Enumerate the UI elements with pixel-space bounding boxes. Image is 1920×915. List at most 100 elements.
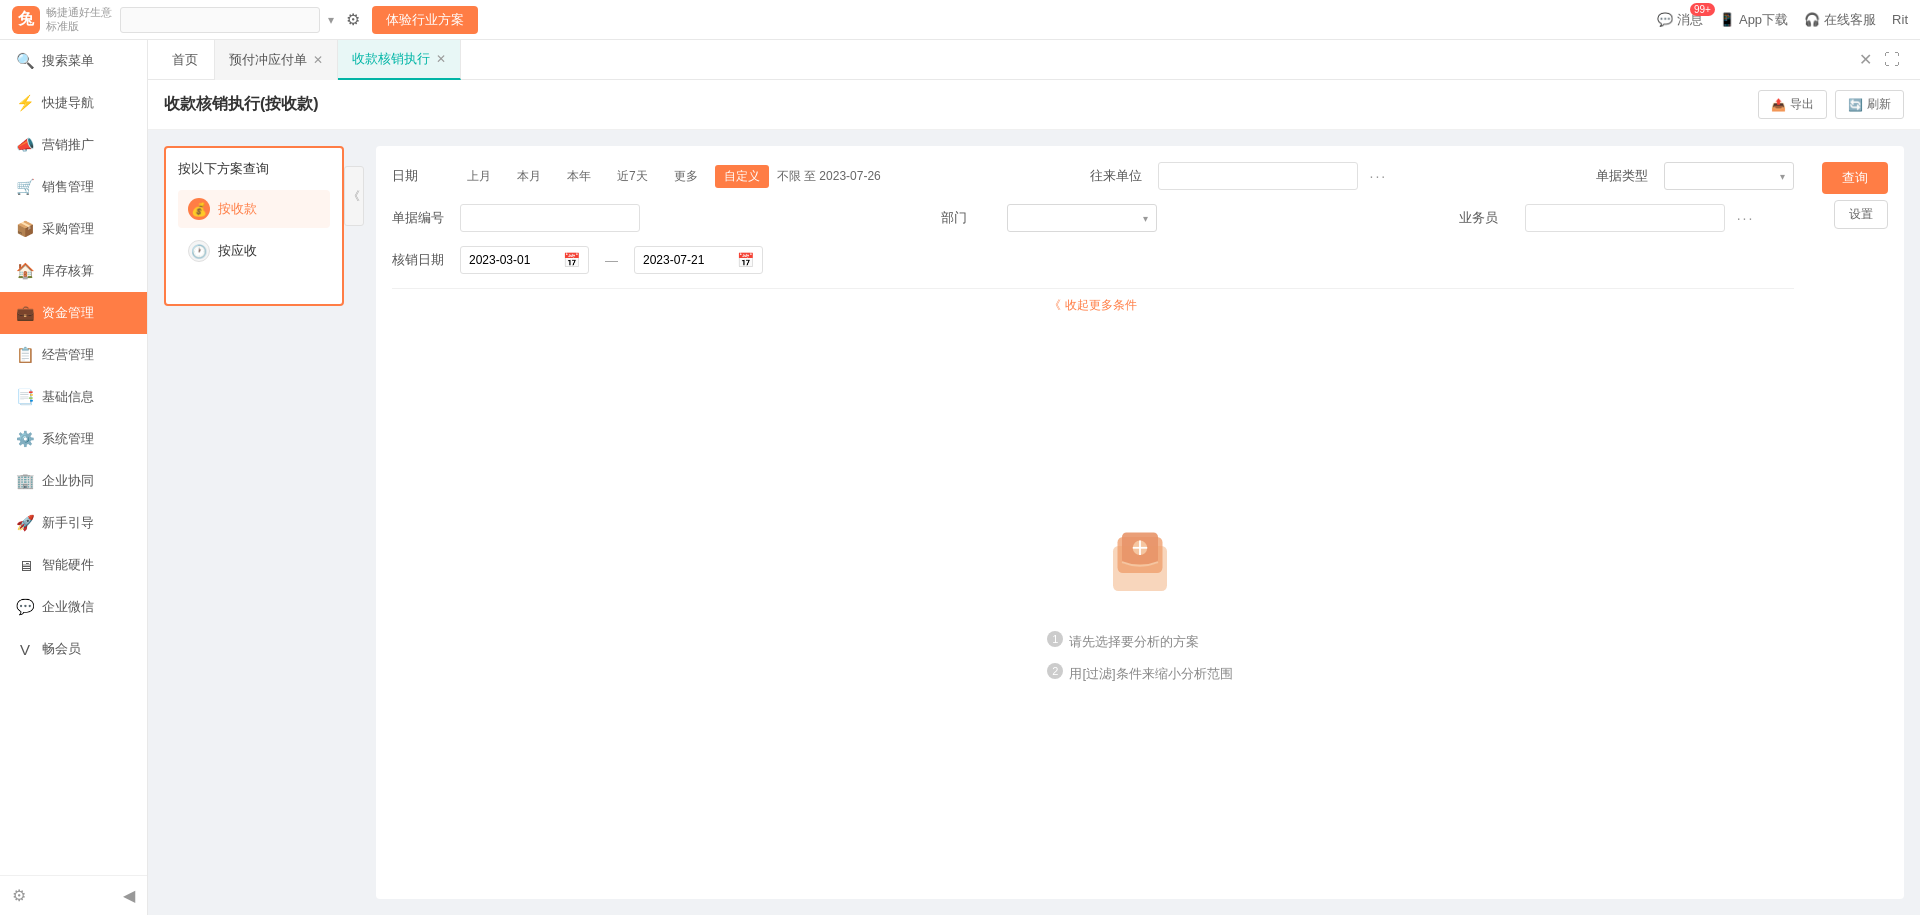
date-this-year[interactable]: 本年 [558, 164, 600, 189]
refresh-button[interactable]: 🔄 刷新 [1835, 90, 1904, 119]
collapse-more-button[interactable]: 《 收起更多条件 [392, 288, 1794, 322]
chevron-up-icon: 《 [1049, 297, 1061, 314]
query-panel-title: 按以下方案查询 [178, 160, 330, 178]
sidebar-item-member[interactable]: V 畅会员 [0, 628, 147, 670]
writeoff-date-end-input[interactable]: 2023-07-21 [643, 253, 733, 267]
message-button[interactable]: 💬 消息 99+ [1657, 11, 1703, 29]
filter-row-2: 单据编号 部门 ▾ 业务员 ·· [392, 204, 1794, 232]
tab-prepay[interactable]: 预付冲应付单 ✕ [215, 40, 338, 80]
writeoff-date-label: 核销日期 [392, 251, 444, 269]
sidebar-item-marketing[interactable]: 📣 营销推广 [0, 124, 147, 166]
search-caret-icon[interactable]: ▾ [328, 13, 334, 27]
page-body: 按以下方案查询 💰 按收款 🕐 按应收 《 [148, 130, 1920, 915]
customer-service-button[interactable]: 🎧 在线客服 [1804, 11, 1876, 29]
sidebar-item-guide[interactable]: 🚀 新手引导 [0, 502, 147, 544]
solution-button[interactable]: 体验行业方案 [372, 6, 478, 34]
filter-settings-button[interactable]: 设置 [1834, 200, 1888, 229]
export-icon: 📤 [1771, 98, 1786, 112]
tab-writeoff-close[interactable]: ✕ [436, 53, 446, 65]
dept-select[interactable]: ▾ [1007, 204, 1157, 232]
doc-type-caret-icon: ▾ [1780, 171, 1785, 182]
counterparty-input-group: ··· [1158, 162, 1388, 190]
date-filter: 上月 本月 本年 近7天 更多 自定义 不限 至 2023-07-26 [458, 164, 881, 189]
wechat-icon: 💬 [16, 598, 34, 616]
content-area: 首页 预付冲应付单 ✕ 收款核销执行 ✕ ✕ ⛶ 收款核销执行(按收款) 📤 导… [148, 40, 1920, 915]
doc-type-select[interactable]: ▾ [1664, 162, 1794, 190]
app-download-button[interactable]: 📱 App下载 [1719, 11, 1788, 29]
sidebar-label-guide: 新手引导 [42, 514, 94, 532]
dept-caret-icon: ▾ [1143, 213, 1148, 224]
settings-icon[interactable]: ⚙ [342, 10, 364, 29]
date-this-month[interactable]: 本月 [508, 164, 550, 189]
lightning-icon: ⚡ [16, 94, 34, 112]
sidebar-label-search: 搜索菜单 [42, 52, 94, 70]
sidebar-label-operations: 经营管理 [42, 346, 94, 364]
tab-expand-icon[interactable]: ⛶ [1880, 49, 1904, 71]
writeoff-date-end-cal-icon[interactable]: 📅 [737, 252, 754, 268]
sidebar-item-basicinfo[interactable]: 📑 基础信息 [0, 376, 147, 418]
panel-collapse-button[interactable]: 《 [344, 166, 364, 226]
writeoff-date-start-input[interactable]: 2023-03-01 [469, 253, 559, 267]
sidebar-item-search[interactable]: 🔍 搜索菜单 [0, 40, 147, 82]
phone-icon: 📱 [1719, 12, 1735, 27]
query-button[interactable]: 查询 [1822, 162, 1888, 194]
page-header: 收款核销执行(按收款) 📤 导出 🔄 刷新 [148, 80, 1920, 130]
tab-close-all-icon[interactable]: ✕ [1855, 48, 1876, 71]
sidebar-item-inventory[interactable]: 🏠 库存核算 [0, 250, 147, 292]
vip-icon: V [16, 641, 34, 658]
filter-row-3: 核销日期 2023-03-01 📅 — 2023-07-21 📅 [392, 246, 1794, 274]
query-option-by-receipt[interactable]: 💰 按收款 [178, 190, 330, 228]
tab-bar: 首页 预付冲应付单 ✕ 收款核销执行 ✕ ✕ ⛶ [148, 40, 1920, 80]
sidebar-item-collab[interactable]: 🏢 企业协同 [0, 460, 147, 502]
receipt-icon: 💰 [188, 198, 210, 220]
empty-tip-2: 用[过滤]条件来缩小分析范围 [1069, 661, 1232, 687]
filter-top-row: 日期 上月 本月 本年 近7天 更多 自定义 不限 至 2023-07-26 [392, 162, 1888, 322]
query-option-by-receivable[interactable]: 🕐 按应收 [178, 232, 330, 270]
export-button[interactable]: 📤 导出 [1758, 90, 1827, 119]
cart-icon: 🛒 [16, 178, 34, 196]
tab-controls: ✕ ⛶ [1855, 48, 1912, 71]
box-icon: 📦 [16, 220, 34, 238]
doc-no-input[interactable] [460, 204, 640, 232]
user-info[interactable]: Rit [1892, 12, 1908, 27]
date-more[interactable]: 更多 [665, 164, 707, 189]
empty-state: 1 请先选择要分析的方案 2 用[过滤]条件来缩小分析范围 [392, 322, 1888, 883]
sidebar-label-member: 畅会员 [42, 640, 81, 658]
writeoff-date-start-wrap: 2023-03-01 📅 [460, 246, 589, 274]
salesperson-input[interactable] [1525, 204, 1725, 232]
megaphone-icon: 📣 [16, 136, 34, 154]
date-custom[interactable]: 自定义 [715, 165, 769, 188]
sidebar-item-weixin[interactable]: 💬 企业微信 [0, 586, 147, 628]
clipboard-icon: 📋 [16, 346, 34, 364]
tab-prepay-close[interactable]: ✕ [313, 54, 323, 66]
sidebar-collapse-icon[interactable]: ◀ [123, 886, 135, 905]
sidebar-item-finance[interactable]: 💼 资金管理 [0, 292, 147, 334]
sidebar-settings-icon[interactable]: ⚙ [12, 886, 26, 905]
salesperson-dots[interactable]: ··· [1737, 210, 1755, 226]
counterparty-dots[interactable]: ··· [1370, 168, 1388, 184]
collapse-more-label: 收起更多条件 [1065, 297, 1137, 314]
settings-icon: ⚙️ [16, 430, 34, 448]
sidebar-item-purchase[interactable]: 📦 采购管理 [0, 208, 147, 250]
message-icon: 💬 [1657, 12, 1673, 27]
empty-tip-1: 请先选择要分析的方案 [1069, 629, 1199, 655]
header-actions: 📤 导出 🔄 刷新 [1758, 90, 1904, 119]
refresh-icon: 🔄 [1848, 98, 1863, 112]
sidebar-item-operations[interactable]: 📋 经营管理 [0, 334, 147, 376]
date-last-month[interactable]: 上月 [458, 164, 500, 189]
sidebar-item-sales[interactable]: 🛒 销售管理 [0, 166, 147, 208]
sidebar-label-weixin: 企业微信 [42, 598, 94, 616]
counterparty-input[interactable] [1158, 162, 1358, 190]
sidebar-item-hardware[interactable]: 🖥 智能硬件 [0, 544, 147, 586]
search-input[interactable] [120, 7, 320, 33]
query-option-receipt-label: 按收款 [218, 200, 257, 218]
date-7days[interactable]: 近7天 [608, 164, 657, 189]
writeoff-date-start-cal-icon[interactable]: 📅 [563, 252, 580, 268]
filter-row-1: 日期 上月 本月 本年 近7天 更多 自定义 不限 至 2023-07-26 [392, 162, 1794, 190]
tab-writeoff[interactable]: 收款核销执行 ✕ [338, 40, 461, 80]
action-buttons: 查询 设置 [1822, 162, 1888, 229]
sidebar-item-quicknav[interactable]: ⚡ 快捷导航 [0, 82, 147, 124]
headset-icon: 🎧 [1804, 12, 1820, 27]
sidebar-item-system[interactable]: ⚙️ 系统管理 [0, 418, 147, 460]
tab-home[interactable]: 首页 [156, 40, 215, 80]
